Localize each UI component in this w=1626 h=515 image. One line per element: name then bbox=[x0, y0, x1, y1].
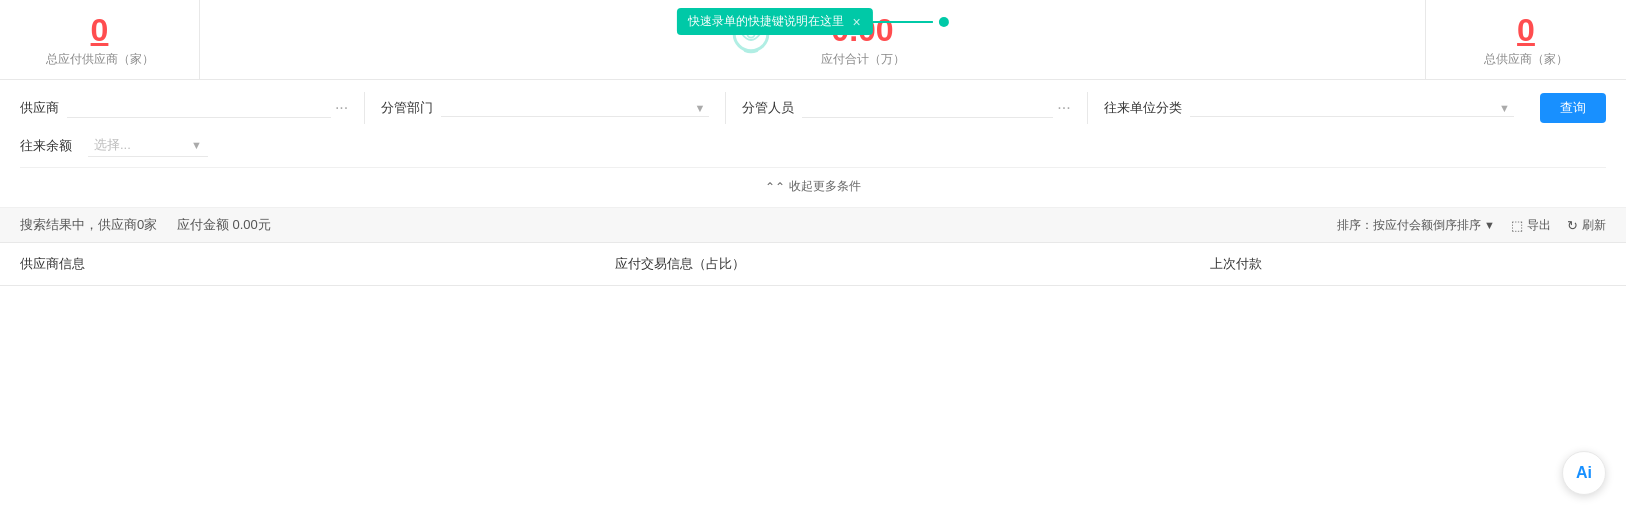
category-select[interactable]: ▼ bbox=[1190, 100, 1514, 117]
department-chevron-icon: ▼ bbox=[695, 102, 706, 114]
filter-supplier: 供应商 ··· bbox=[20, 92, 365, 124]
tooltip-line bbox=[873, 21, 933, 23]
tooltip-bubble: 快速录单的快捷键说明在这里 × bbox=[676, 8, 872, 35]
result-info-text: 搜索结果中，供应商0家 bbox=[20, 217, 157, 232]
result-info-container: 搜索结果中，供应商0家 应付金额 0.00元 bbox=[20, 216, 271, 234]
collapse-bar: ⌃⌃ 收起更多条件 bbox=[20, 167, 1606, 207]
result-amount-text: 应付金额 0.00元 bbox=[177, 217, 271, 232]
export-icon: ⬚ bbox=[1511, 218, 1523, 233]
tooltip-close-btn[interactable]: × bbox=[852, 14, 860, 30]
department-select[interactable]: ▼ bbox=[441, 100, 709, 117]
col-supplier-header: 供应商信息 bbox=[20, 255, 615, 273]
collapse-up-icon: ⌃⌃ bbox=[765, 180, 785, 194]
supplier-more-btn[interactable]: ··· bbox=[335, 99, 348, 117]
person-more-btn[interactable]: ··· bbox=[1057, 99, 1070, 117]
filter-row-1: 供应商 ··· 分管部门 ▼ 分管人员 ··· 往来单位分类 ▼ 查询 bbox=[20, 92, 1606, 124]
sort-label: 排序：按应付会额倒序排序 bbox=[1337, 217, 1481, 234]
balance-placeholder: 选择... bbox=[94, 136, 191, 154]
sort-selector[interactable]: 排序：按应付会额倒序排序 ▼ bbox=[1337, 217, 1495, 234]
department-label: 分管部门 bbox=[381, 99, 433, 117]
filter-person: 分管人员 ··· bbox=[726, 92, 1087, 124]
table-header: 供应商信息 应付交易信息（占比） 上次付款 bbox=[0, 243, 1626, 286]
category-label: 往来单位分类 bbox=[1104, 99, 1182, 117]
tooltip-text: 快速录单的快捷键说明在这里 bbox=[688, 13, 844, 30]
refresh-button[interactable]: ↻ 刷新 bbox=[1567, 217, 1606, 234]
filter-department: 分管部门 ▼ bbox=[365, 92, 726, 124]
stat-total-suppliers-label: 总供应商（家） bbox=[1484, 51, 1568, 68]
col-payment-header: 上次付款 bbox=[1210, 255, 1607, 273]
result-bar: 搜索结果中，供应商0家 应付金额 0.00元 排序：按应付会额倒序排序 ▼ ⬚ … bbox=[0, 208, 1626, 243]
stat-total-suppliers: 0 总供应商（家） bbox=[1426, 0, 1626, 79]
balance-chevron-icon: ▼ bbox=[191, 139, 202, 151]
filter-balance: 往来余额 选择... ▼ bbox=[20, 134, 208, 157]
stat-middle-area: 0.00 应付合计（万） 快速录单的快捷键说明在这里 × bbox=[200, 0, 1426, 79]
refresh-label: 刷新 bbox=[1582, 217, 1606, 234]
stat-payable-label: 总应付供应商（家） bbox=[46, 51, 154, 68]
export-button[interactable]: ⬚ 导出 bbox=[1511, 217, 1551, 234]
stat-payable-number[interactable]: 0 bbox=[91, 11, 109, 49]
table-body bbox=[0, 286, 1626, 486]
stat-payable-total-label: 应付合计（万） bbox=[821, 51, 905, 68]
supplier-label: 供应商 bbox=[20, 99, 59, 117]
stat-payable-suppliers: 0 总应付供应商（家） bbox=[0, 0, 200, 79]
person-label: 分管人员 bbox=[742, 99, 794, 117]
export-label: 导出 bbox=[1527, 217, 1551, 234]
filter-row-2: 往来余额 选择... ▼ bbox=[20, 134, 1606, 167]
refresh-icon: ↻ bbox=[1567, 218, 1578, 233]
person-input[interactable] bbox=[802, 98, 1053, 118]
stat-total-suppliers-number[interactable]: 0 bbox=[1517, 11, 1535, 49]
result-actions: 排序：按应付会额倒序排序 ▼ ⬚ 导出 ↻ 刷新 bbox=[1337, 217, 1606, 234]
supplier-input[interactable] bbox=[67, 98, 331, 118]
stats-bar: 0 总应付供应商（家） 0.00 应付合计（万） 快速录单的快捷键说明在这里 ×… bbox=[0, 0, 1626, 80]
collapse-button[interactable]: ⌃⌃ 收起更多条件 bbox=[749, 174, 877, 199]
tooltip-dot bbox=[939, 17, 949, 27]
category-chevron-icon: ▼ bbox=[1499, 102, 1510, 114]
collapse-text: 收起更多条件 bbox=[789, 178, 861, 195]
sort-chevron-icon: ▼ bbox=[1484, 219, 1495, 231]
filter-category: 往来单位分类 ▼ bbox=[1088, 92, 1530, 124]
filter-bar: 供应商 ··· 分管部门 ▼ 分管人员 ··· 往来单位分类 ▼ 查询 bbox=[0, 80, 1626, 208]
col-transaction-header: 应付交易信息（占比） bbox=[615, 255, 1210, 273]
query-button[interactable]: 查询 bbox=[1540, 93, 1606, 123]
balance-select[interactable]: 选择... ▼ bbox=[88, 134, 208, 157]
tooltip-container: 快速录单的快捷键说明在这里 × bbox=[676, 8, 948, 35]
balance-label: 往来余额 bbox=[20, 137, 72, 155]
